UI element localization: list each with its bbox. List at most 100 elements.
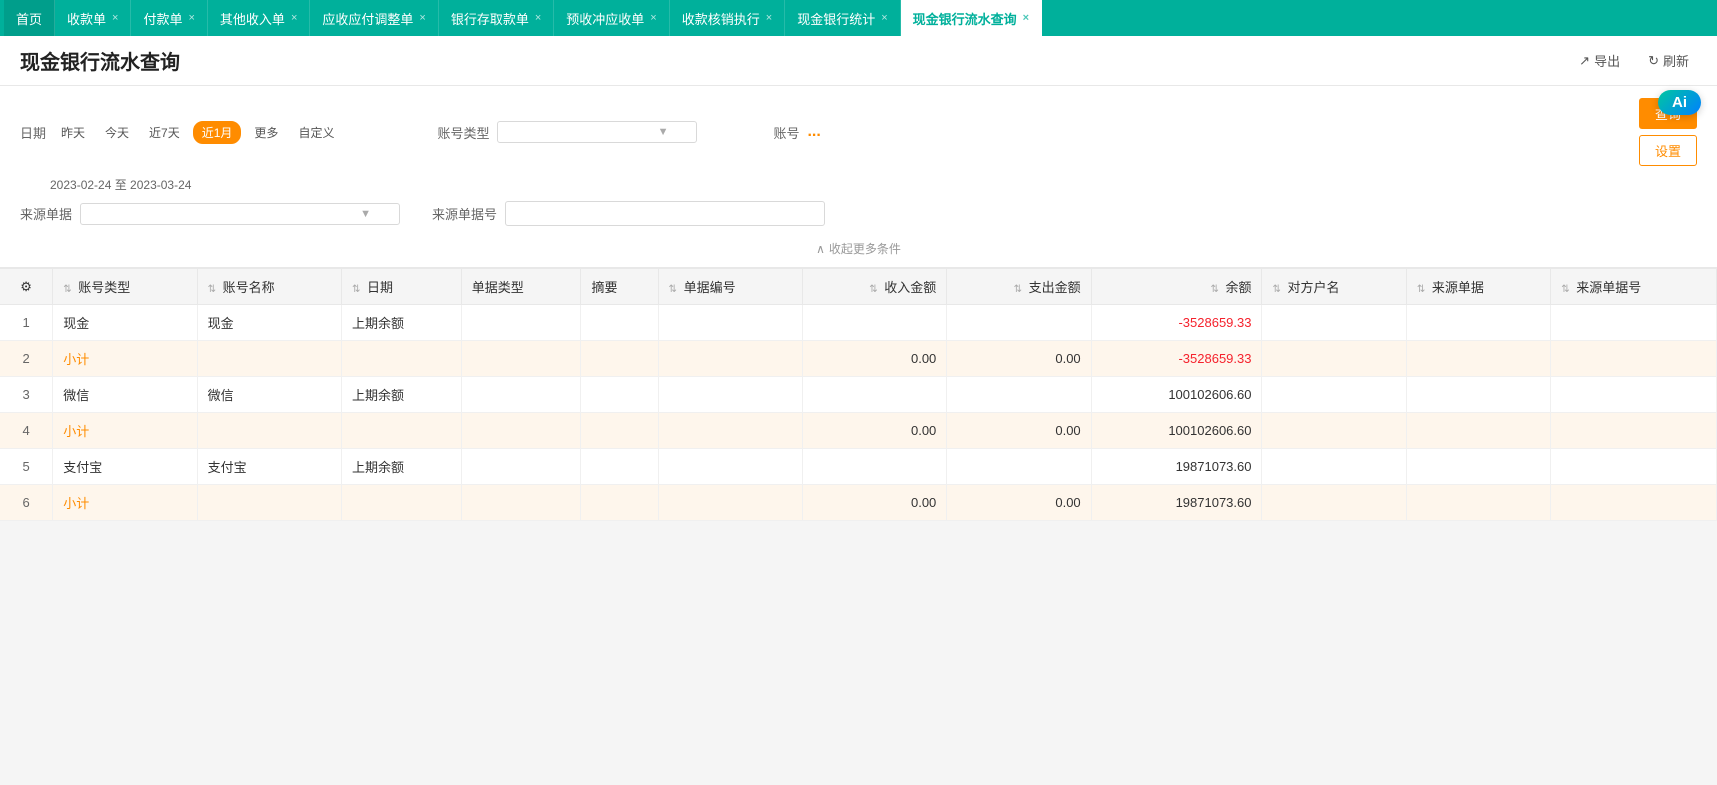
- table-row: 5 支付宝 支付宝 上期余额 19871073.60: [0, 449, 1717, 485]
- nav-tab-ysyf[interactable]: 应收应付调整单 ×: [310, 0, 438, 36]
- date-btn-more[interactable]: 更多: [247, 121, 285, 144]
- account-dots-button[interactable]: ...: [807, 123, 820, 141]
- settings-button[interactable]: 设置: [1639, 135, 1697, 166]
- nav-tab-label: 应收应付调整单: [322, 9, 413, 28]
- row-source-doc-num: [1551, 449, 1717, 485]
- close-icon[interactable]: ×: [650, 12, 656, 24]
- sort-icon[interactable]: ⇅: [208, 284, 216, 295]
- table-container: ⚙ ⇅ 账号类型 ⇅ 账号名称 ⇅ 日期 单据类型 摘要: [0, 268, 1717, 521]
- sort-icon[interactable]: ⇅: [1014, 284, 1022, 295]
- nav-tab-fukuandan[interactable]: 付款单 ×: [131, 0, 207, 36]
- filter-row-2: 来源单据 ▼ 来源单据号: [20, 201, 1697, 226]
- date-filter-group: 日期 昨天 今天 近7天 近1月 更多 自定义: [20, 121, 341, 144]
- account-type-label: 账号类型: [437, 123, 489, 142]
- th-settings[interactable]: ⚙: [0, 269, 53, 305]
- sort-icon[interactable]: ⇅: [669, 284, 677, 295]
- row-counterparty: [1262, 305, 1406, 341]
- sort-icon[interactable]: ⇅: [352, 284, 360, 295]
- date-label: 日期: [20, 123, 46, 142]
- table-row: 6 小计 0.00 0.00 19871073.60: [0, 485, 1717, 521]
- th-date-label: 日期: [367, 280, 393, 295]
- row-expense: [947, 449, 1091, 485]
- row-income: [802, 305, 946, 341]
- row-balance: 19871073.60: [1091, 485, 1262, 521]
- sort-icon[interactable]: ⇅: [1272, 284, 1280, 295]
- nav-tab-home[interactable]: 首页: [4, 0, 55, 36]
- close-icon[interactable]: ×: [112, 12, 118, 24]
- date-btn-7days[interactable]: 近7天: [142, 121, 187, 144]
- row-balance: 19871073.60: [1091, 449, 1262, 485]
- th-source-doc: ⇅ 来源单据: [1406, 269, 1550, 305]
- row-account-type: 现金: [53, 305, 197, 341]
- date-btn-yesterday[interactable]: 昨天: [54, 121, 92, 144]
- row-source-doc: [1406, 485, 1550, 521]
- row-source-doc: [1406, 377, 1550, 413]
- row-summary: [581, 413, 658, 449]
- row-num: 2: [0, 341, 53, 377]
- export-button[interactable]: ↗ 导出: [1571, 47, 1628, 74]
- th-counterparty: ⇅ 对方户名: [1262, 269, 1406, 305]
- th-doc-type: 单据类型: [461, 269, 581, 305]
- source-doc-filter-group: 来源单据 ▼: [20, 203, 400, 225]
- th-date: ⇅ 日期: [341, 269, 461, 305]
- row-income: 0.00: [802, 485, 946, 521]
- row-date: [341, 341, 461, 377]
- filter-area: 日期 昨天 今天 近7天 近1月 更多 自定义 账号类型 ▼ 账号 ...: [0, 86, 1717, 268]
- row-doc-type: [461, 341, 581, 377]
- table-row: 4 小计 0.00 0.00 100102606.60: [0, 413, 1717, 449]
- row-doc-num: [658, 413, 802, 449]
- page-title: 现金银行流水查询: [20, 46, 180, 75]
- close-icon[interactable]: ×: [1023, 12, 1029, 24]
- nav-tab-bank[interactable]: 银行存取款单 ×: [439, 0, 554, 36]
- refresh-button[interactable]: ↻ 刷新: [1640, 47, 1697, 74]
- close-icon[interactable]: ×: [419, 12, 425, 24]
- sort-icon[interactable]: ⇅: [869, 284, 877, 295]
- nav-tab-yushou[interactable]: 预收冲应收单 ×: [554, 0, 669, 36]
- page-header: 现金银行流水查询 ↗ 导出 ↻ 刷新: [0, 36, 1717, 86]
- table-row: 3 微信 微信 上期余额 100102606.60: [0, 377, 1717, 413]
- close-icon[interactable]: ×: [535, 12, 541, 24]
- collapse-bar[interactable]: ∧ 收起更多条件: [20, 236, 1697, 259]
- nav-tab-shoukuan-exec[interactable]: 收款核销执行 ×: [670, 0, 785, 36]
- close-icon[interactable]: ×: [291, 12, 297, 24]
- close-icon[interactable]: ×: [881, 12, 887, 24]
- row-source-doc: [1406, 341, 1550, 377]
- row-account-name: 现金: [197, 305, 341, 341]
- date-range-display: 2023-02-24 至 2023-03-24: [50, 178, 191, 192]
- row-expense: [947, 377, 1091, 413]
- ai-badge[interactable]: Ai: [1658, 90, 1701, 115]
- row-doc-type: [461, 413, 581, 449]
- date-btn-1month[interactable]: 近1月: [193, 121, 242, 144]
- close-icon[interactable]: ×: [766, 12, 772, 24]
- nav-tab-label: 收款核销执行: [682, 9, 760, 28]
- nav-tab-qitasd[interactable]: 其他收入单 ×: [208, 0, 310, 36]
- sort-icon[interactable]: ⇅: [1561, 284, 1569, 295]
- close-icon[interactable]: ×: [188, 12, 194, 24]
- filter-row-1: 日期 昨天 今天 近7天 近1月 更多 自定义 账号类型 ▼ 账号 ...: [20, 98, 1697, 166]
- th-doc-num: ⇅ 单据编号: [658, 269, 802, 305]
- row-source-doc-num: [1551, 305, 1717, 341]
- account-filter-group: 账号 ...: [773, 123, 820, 142]
- nav-tab-xjyh-query[interactable]: 现金银行流水查询 ×: [901, 0, 1042, 36]
- date-btn-today[interactable]: 今天: [98, 121, 136, 144]
- row-summary: [581, 449, 658, 485]
- nav-tab-shoukuandan[interactable]: 收款单 ×: [55, 0, 131, 36]
- nav-tab-xjyh-stat[interactable]: 现金银行统计 ×: [785, 0, 900, 36]
- account-type-select[interactable]: ▼: [497, 121, 697, 143]
- source-doc-select[interactable]: ▼: [80, 203, 400, 225]
- account-type-filter-group: 账号类型 ▼: [437, 121, 697, 143]
- row-counterparty: [1262, 413, 1406, 449]
- source-doc-num-input[interactable]: [505, 201, 825, 226]
- collapse-label: 收起更多条件: [829, 240, 901, 257]
- row-doc-type: [461, 377, 581, 413]
- sort-icon[interactable]: ⇅: [63, 284, 71, 295]
- date-btn-custom[interactable]: 自定义: [291, 121, 341, 144]
- th-account-name: ⇅ 账号名称: [197, 269, 341, 305]
- sort-icon[interactable]: ⇅: [1210, 284, 1218, 295]
- sort-icon[interactable]: ⇅: [1417, 284, 1425, 295]
- th-account-type-label: 账号类型: [78, 280, 130, 295]
- chevron-down-icon: ▼: [658, 126, 669, 138]
- row-expense: 0.00: [947, 485, 1091, 521]
- th-summary-label: 摘要: [591, 280, 617, 295]
- th-expense: ⇅ 支出金额: [947, 269, 1091, 305]
